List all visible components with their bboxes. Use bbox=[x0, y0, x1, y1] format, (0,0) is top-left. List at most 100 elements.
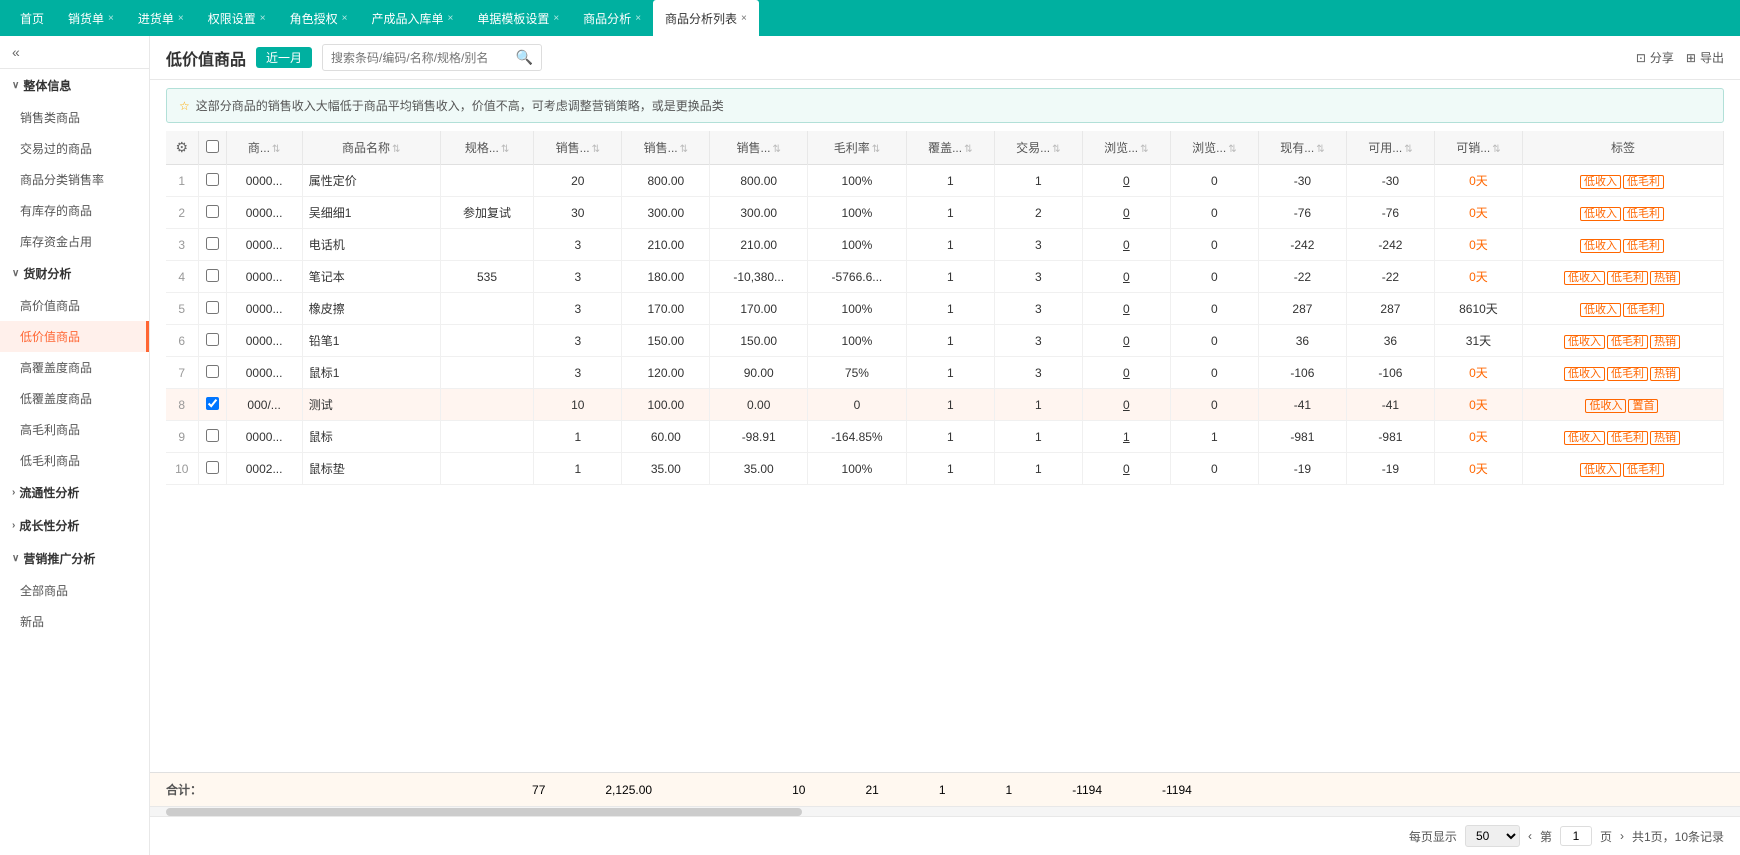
row-view2: 0 bbox=[1170, 325, 1258, 357]
page-next-btn[interactable]: › bbox=[1620, 829, 1624, 843]
row-view1[interactable]: 0 bbox=[1082, 293, 1170, 325]
nav-sales-order[interactable]: 销货单 × bbox=[56, 0, 126, 36]
search-input[interactable] bbox=[331, 51, 510, 65]
row-checkbox[interactable] bbox=[198, 453, 226, 485]
row-sales2: 800.00 bbox=[622, 165, 710, 197]
row-view1[interactable]: 0 bbox=[1082, 325, 1170, 357]
page-input[interactable] bbox=[1560, 826, 1592, 846]
sidebar-group-circulation[interactable]: › 流通性分析 bbox=[0, 476, 149, 509]
row-days: 0天 bbox=[1434, 165, 1522, 197]
nav-product-analysis-list[interactable]: 商品分析列表 × bbox=[653, 0, 759, 36]
sidebar-item-traded-products[interactable]: 交易过的商品 bbox=[0, 133, 149, 164]
view-count-link[interactable]: 0 bbox=[1123, 206, 1130, 220]
row-trade: 1 bbox=[994, 165, 1082, 197]
sidebar-item-low-coverage[interactable]: 低覆盖度商品 bbox=[0, 383, 149, 414]
export-button[interactable]: ⊞ 导出 bbox=[1686, 49, 1724, 66]
row-num: 8 bbox=[166, 389, 198, 421]
row-select-checkbox[interactable] bbox=[206, 237, 219, 250]
nav-purchase-order[interactable]: 进货单 × bbox=[126, 0, 196, 36]
sidebar-item-all-products[interactable]: 全部商品 bbox=[0, 575, 149, 606]
row-select-checkbox[interactable] bbox=[206, 205, 219, 218]
sidebar-item-low-profit[interactable]: 低毛利商品 bbox=[0, 445, 149, 476]
row-view1[interactable]: 0 bbox=[1082, 229, 1170, 261]
sidebar-group-marketing[interactable]: ∨ 营销推广分析 bbox=[0, 542, 149, 575]
sidebar-item-category-sales-rate[interactable]: 商品分类销售率 bbox=[0, 164, 149, 195]
row-checkbox[interactable] bbox=[198, 325, 226, 357]
col-checkbox[interactable] bbox=[198, 131, 226, 165]
sidebar-group-overall[interactable]: ∨ 整体信息 bbox=[0, 69, 149, 102]
share-button[interactable]: ⊡ 分享 bbox=[1636, 49, 1674, 66]
row-select-checkbox[interactable] bbox=[206, 365, 219, 378]
page-prev-btn[interactable]: ‹ bbox=[1528, 829, 1532, 843]
nav-close-icon[interactable]: × bbox=[741, 13, 747, 24]
nav-close-icon[interactable]: × bbox=[635, 13, 641, 24]
sidebar-item-stock-funds[interactable]: 库存资金占用 bbox=[0, 226, 149, 257]
view-count-link[interactable]: 0 bbox=[1123, 462, 1130, 476]
row-checkbox[interactable] bbox=[198, 165, 226, 197]
sidebar-collapse-btn[interactable]: « bbox=[8, 44, 24, 60]
search-box[interactable]: 🔍 bbox=[322, 44, 542, 71]
nav-home[interactable]: 首页 bbox=[8, 0, 56, 36]
nav-template-settings[interactable]: 单据模板设置 × bbox=[465, 0, 571, 36]
select-all-checkbox[interactable] bbox=[206, 140, 219, 153]
row-select-checkbox[interactable] bbox=[206, 173, 219, 186]
view-count-link[interactable]: 0 bbox=[1123, 366, 1130, 380]
row-sales1: 1 bbox=[534, 453, 622, 485]
row-view1[interactable]: 0 bbox=[1082, 197, 1170, 229]
view-count-link[interactable]: 0 bbox=[1123, 334, 1130, 348]
row-select-checkbox[interactable] bbox=[206, 397, 219, 410]
nav-close-icon[interactable]: × bbox=[342, 13, 348, 24]
nav-permissions[interactable]: 权限设置 × bbox=[196, 0, 278, 36]
row-view1[interactable]: 0 bbox=[1082, 261, 1170, 293]
col-settings[interactable]: ⚙ bbox=[166, 131, 198, 165]
sidebar-item-sales-products[interactable]: 销售类商品 bbox=[0, 102, 149, 133]
view-count-link[interactable]: 0 bbox=[1123, 238, 1130, 252]
row-num: 3 bbox=[166, 229, 198, 261]
row-checkbox[interactable] bbox=[198, 421, 226, 453]
nav-close-icon[interactable]: × bbox=[260, 13, 266, 24]
sidebar-item-high-value[interactable]: 高价值商品 bbox=[0, 290, 149, 321]
row-days: 0天 bbox=[1434, 261, 1522, 293]
view-count-link[interactable]: 0 bbox=[1123, 174, 1130, 188]
row-select-checkbox[interactable] bbox=[206, 333, 219, 346]
nav-product-stock[interactable]: 产成品入库单 × bbox=[359, 0, 465, 36]
view-count-link[interactable]: 0 bbox=[1123, 398, 1130, 412]
page-size-select[interactable]: 50 100 200 bbox=[1465, 825, 1520, 847]
sidebar-item-high-profit[interactable]: 高毛利商品 bbox=[0, 414, 149, 445]
nav-close-icon[interactable]: × bbox=[108, 13, 114, 24]
row-checkbox[interactable] bbox=[198, 261, 226, 293]
row-select-checkbox[interactable] bbox=[206, 269, 219, 282]
nav-product-analysis[interactable]: 商品分析 × bbox=[571, 0, 653, 36]
sidebar-group-asset-analysis[interactable]: ∨ 货财分析 bbox=[0, 257, 149, 290]
row-view1[interactable]: 0 bbox=[1082, 453, 1170, 485]
sidebar-item-stock-products[interactable]: 有库存的商品 bbox=[0, 195, 149, 226]
table-header-row: ⚙ 商...⇅ 商品名称⇅ 规格...⇅ 销售...⇅ 销售...⇅ 销售...… bbox=[166, 131, 1724, 165]
row-spec: 参加复试 bbox=[440, 197, 534, 229]
row-select-checkbox[interactable] bbox=[206, 429, 219, 442]
row-select-checkbox[interactable] bbox=[206, 461, 219, 474]
nav-close-icon[interactable]: × bbox=[178, 13, 184, 24]
row-checkbox[interactable] bbox=[198, 357, 226, 389]
row-view1[interactable]: 1 bbox=[1082, 421, 1170, 453]
nav-close-icon[interactable]: × bbox=[447, 13, 453, 24]
row-view1[interactable]: 0 bbox=[1082, 165, 1170, 197]
sidebar-item-new-products[interactable]: 新品 bbox=[0, 606, 149, 637]
row-select-checkbox[interactable] bbox=[206, 301, 219, 314]
sidebar-group-growth[interactable]: › 成长性分析 bbox=[0, 509, 149, 542]
view-count-link[interactable]: 0 bbox=[1123, 270, 1130, 284]
row-checkbox[interactable] bbox=[198, 229, 226, 261]
row-checkbox[interactable] bbox=[198, 197, 226, 229]
row-view1[interactable]: 0 bbox=[1082, 357, 1170, 389]
row-checkbox[interactable] bbox=[198, 293, 226, 325]
view-count-link[interactable]: 1 bbox=[1123, 430, 1130, 444]
sidebar-item-low-value[interactable]: 低价值商品 bbox=[0, 321, 149, 352]
sidebar-item-high-coverage[interactable]: 高覆盖度商品 bbox=[0, 352, 149, 383]
row-checkbox[interactable] bbox=[198, 389, 226, 421]
view-count-link[interactable]: 0 bbox=[1123, 302, 1130, 316]
row-coverage: 1 bbox=[906, 165, 994, 197]
row-view1[interactable]: 0 bbox=[1082, 389, 1170, 421]
nav-close-icon[interactable]: × bbox=[553, 13, 559, 24]
nav-role-auth[interactable]: 角色授权 × bbox=[278, 0, 360, 36]
row-spec: 535 bbox=[440, 261, 534, 293]
filter-tag-recent-month[interactable]: 近一月 bbox=[256, 47, 312, 68]
